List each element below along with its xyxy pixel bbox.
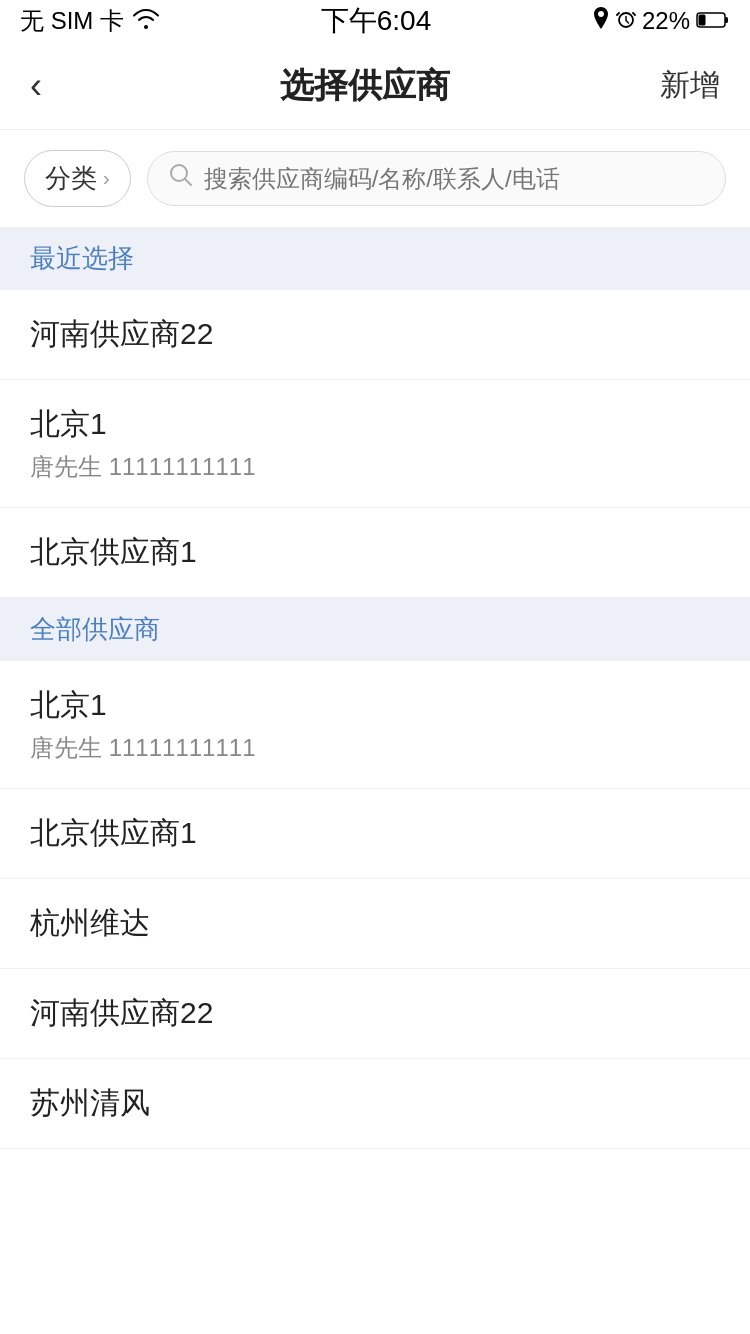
- search-input[interactable]: [204, 165, 705, 193]
- status-time: 下午6:04: [321, 2, 432, 40]
- battery-percent: 22%: [642, 7, 690, 35]
- list-item[interactable]: 北京供应商1: [0, 508, 750, 598]
- list-item[interactable]: 杭州维达: [0, 879, 750, 969]
- filter-bar: 分类 ›: [0, 130, 750, 227]
- item-sub: 唐先生 11111111111: [30, 451, 720, 483]
- chevron-right-icon: ›: [103, 167, 110, 190]
- list-item[interactable]: 苏州清风: [0, 1059, 750, 1149]
- location-icon: [592, 7, 610, 35]
- item-name: 北京1: [30, 685, 720, 726]
- category-label: 分类: [45, 161, 97, 196]
- item-name: 河南供应商22: [30, 314, 720, 355]
- list-item[interactable]: 北京1 唐先生 11111111111: [0, 661, 750, 789]
- item-name: 北京供应商1: [30, 532, 720, 573]
- alarm-icon: [616, 7, 636, 35]
- all-section-label: 全部供应商: [30, 614, 160, 644]
- list-item[interactable]: 河南供应商22: [0, 290, 750, 380]
- item-name: 河南供应商22: [30, 993, 720, 1034]
- all-section-header: 全部供应商: [0, 598, 750, 661]
- add-button[interactable]: 新增: [640, 65, 720, 106]
- item-name: 杭州维达: [30, 903, 720, 944]
- search-icon: [168, 162, 194, 195]
- svg-rect-2: [725, 17, 728, 23]
- category-filter-button[interactable]: 分类 ›: [24, 150, 131, 207]
- item-sub: 唐先生 11111111111: [30, 732, 720, 764]
- nav-bar: ‹ 选择供应商 新增: [0, 42, 750, 130]
- item-name: 北京供应商1: [30, 813, 720, 854]
- page-title: 选择供应商: [280, 63, 450, 109]
- list-item[interactable]: 河南供应商22: [0, 969, 750, 1059]
- status-bar: 无 SIM 卡 下午6:04 22%: [0, 0, 750, 42]
- recent-items-list: 河南供应商22 北京1 唐先生 11111111111 北京供应商1: [0, 290, 750, 598]
- recent-section-label: 最近选择: [30, 243, 134, 273]
- carrier-text: 无 SIM 卡: [20, 5, 124, 37]
- list-item[interactable]: 北京供应商1: [0, 789, 750, 879]
- item-name: 苏州清风: [30, 1083, 720, 1124]
- back-button[interactable]: ‹: [30, 65, 90, 107]
- status-left: 无 SIM 卡: [20, 5, 160, 37]
- battery-icon: [696, 7, 730, 35]
- status-right: 22%: [592, 7, 730, 35]
- item-name: 北京1: [30, 404, 720, 445]
- list-item[interactable]: 北京1 唐先生 11111111111: [0, 380, 750, 508]
- recent-section-header: 最近选择: [0, 227, 750, 290]
- wifi-icon: [132, 7, 160, 35]
- search-box[interactable]: [147, 151, 726, 206]
- svg-rect-3: [699, 15, 706, 26]
- all-items-list: 北京1 唐先生 11111111111 北京供应商1 杭州维达河南供应商22 苏州清风: [0, 661, 750, 1149]
